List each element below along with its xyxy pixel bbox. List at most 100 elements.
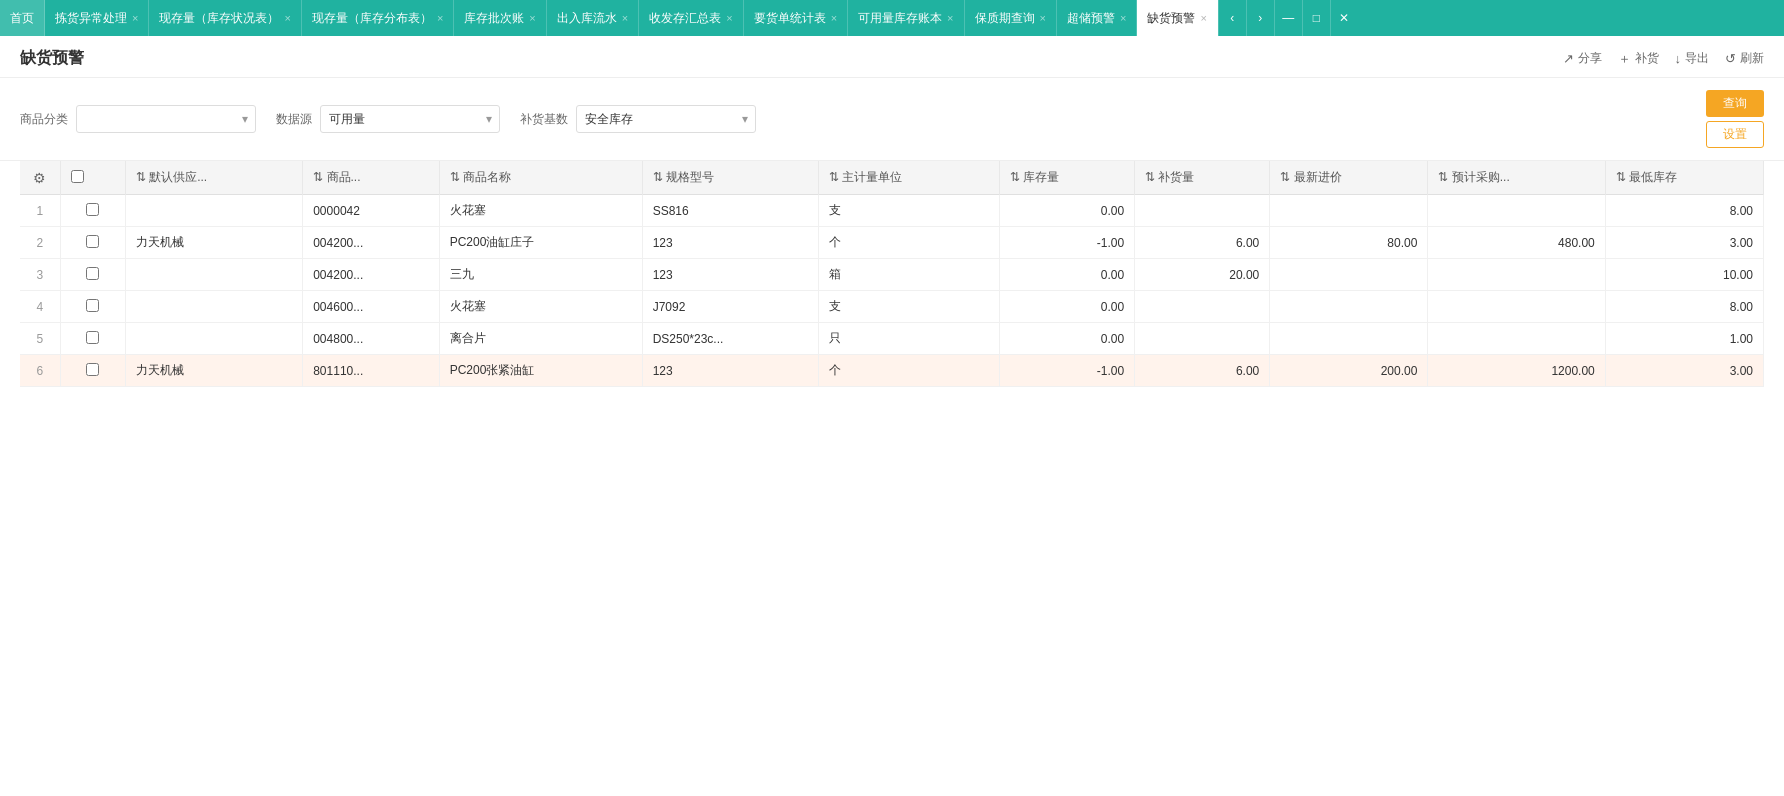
tab-inventory-dist[interactable]: 现存量（库存分布表） × bbox=[302, 0, 454, 36]
tab-expiry-query[interactable]: 保质期查询 × bbox=[965, 0, 1057, 36]
tab-close-batch-account[interactable]: × bbox=[529, 12, 535, 24]
th-spec[interactable]: ⇅ 规格型号 bbox=[642, 161, 818, 195]
replenish-base-select[interactable]: 安全库存 最低库存 bbox=[576, 105, 756, 133]
settings-button[interactable]: 设置 bbox=[1706, 121, 1764, 148]
cell-est-purchase bbox=[1428, 259, 1605, 291]
cell-checkbox[interactable] bbox=[60, 195, 125, 227]
row-checkbox[interactable] bbox=[86, 203, 99, 216]
tab-close-in-out-flow[interactable]: × bbox=[622, 12, 628, 24]
share-button[interactable]: ↗ 分享 bbox=[1563, 50, 1602, 67]
cell-checkbox[interactable] bbox=[60, 291, 125, 323]
category-select[interactable] bbox=[76, 105, 256, 133]
tab-close-recv-summary[interactable]: × bbox=[726, 12, 732, 24]
th-stock[interactable]: ⇅ 库存量 bbox=[1000, 161, 1135, 195]
tab-close-shortage[interactable]: × bbox=[1200, 12, 1206, 24]
refresh-button[interactable]: ↺ 刷新 bbox=[1725, 50, 1764, 67]
tab-available-ledger[interactable]: 可用量库存账本 × bbox=[848, 0, 964, 36]
tab-close-available-ledger[interactable]: × bbox=[947, 12, 953, 24]
tab-close-overstock[interactable]: × bbox=[1120, 12, 1126, 24]
window-close-button[interactable]: ✕ bbox=[1330, 0, 1358, 36]
replenish-base-label: 补货基数 bbox=[520, 111, 568, 128]
tab-shortage[interactable]: 缺货预警 × bbox=[1137, 0, 1217, 36]
tab-close-purchase-stat[interactable]: × bbox=[831, 12, 837, 24]
th-product-code[interactable]: ⇅ 商品... bbox=[303, 161, 439, 195]
cell-seq: 2 bbox=[20, 227, 60, 259]
page-title: 缺货预警 bbox=[20, 48, 84, 69]
tab-home[interactable]: 首页 bbox=[0, 0, 45, 36]
cell-est-purchase: 480.00 bbox=[1428, 227, 1605, 259]
cell-product-name: 三九 bbox=[439, 259, 642, 291]
tab-bar: 首页 拣货异常处理 × 现存量（库存状况表） × 现存量（库存分布表） × 库存… bbox=[0, 0, 1784, 36]
cell-supplier: 力天机械 bbox=[125, 227, 302, 259]
tab-recv-summary[interactable]: 收发存汇总表 × bbox=[639, 0, 743, 36]
cell-checkbox[interactable] bbox=[60, 227, 125, 259]
main-content: 缺货预警 ↗ 分享 ＋ 补货 ↓ 导出 ↺ 刷新 商品分类 bbox=[0, 36, 1784, 796]
th-gear[interactable]: ⚙ bbox=[20, 161, 60, 195]
cell-replenish: 6.00 bbox=[1135, 355, 1270, 387]
datasource-filter-group: 数据源 可用量 库存量 bbox=[276, 105, 500, 133]
category-select-wrapper bbox=[76, 105, 256, 133]
window-maximize-button[interactable]: □ bbox=[1302, 0, 1330, 36]
select-all-checkbox[interactable] bbox=[71, 170, 84, 183]
cell-stock: 0.00 bbox=[1000, 259, 1135, 291]
th-default-supplier[interactable]: ⇅ 默认供应... bbox=[125, 161, 302, 195]
export-icon: ↓ bbox=[1675, 51, 1682, 66]
category-filter-group: 商品分类 bbox=[20, 105, 256, 133]
cell-checkbox[interactable] bbox=[60, 323, 125, 355]
replenish-base-select-wrapper: 安全库存 最低库存 bbox=[576, 105, 756, 133]
filter-buttons: 查询 设置 bbox=[1706, 90, 1764, 148]
cell-spec: DS250*23c... bbox=[642, 323, 818, 355]
query-button[interactable]: 查询 bbox=[1706, 90, 1764, 117]
tab-inventory-status[interactable]: 现存量（库存状况表） × bbox=[149, 0, 301, 36]
tab-purchase-stat[interactable]: 要货单统计表 × bbox=[744, 0, 848, 36]
category-label: 商品分类 bbox=[20, 111, 68, 128]
th-est-purchase[interactable]: ⇅ 预计采购... bbox=[1428, 161, 1605, 195]
window-minimize-button[interactable]: — bbox=[1274, 0, 1302, 36]
cell-spec: 123 bbox=[642, 259, 818, 291]
cell-unit: 支 bbox=[818, 195, 999, 227]
tab-close-inventory-status[interactable]: × bbox=[284, 12, 290, 24]
datasource-select[interactable]: 可用量 库存量 bbox=[320, 105, 500, 133]
replenish-icon: ＋ bbox=[1618, 50, 1631, 68]
row-checkbox[interactable] bbox=[86, 267, 99, 280]
datasource-label: 数据源 bbox=[276, 111, 312, 128]
cell-spec: 123 bbox=[642, 227, 818, 259]
th-latest-price[interactable]: ⇅ 最新进价 bbox=[1270, 161, 1428, 195]
row-checkbox[interactable] bbox=[86, 235, 99, 248]
tab-next-button[interactable]: › bbox=[1246, 0, 1274, 36]
row-checkbox[interactable] bbox=[86, 299, 99, 312]
cell-unit: 个 bbox=[818, 355, 999, 387]
tab-close-inventory-dist[interactable]: × bbox=[437, 12, 443, 24]
cell-spec: J7092 bbox=[642, 291, 818, 323]
row-checkbox[interactable] bbox=[86, 331, 99, 344]
gear-icon[interactable]: ⚙ bbox=[33, 170, 46, 186]
cell-supplier bbox=[125, 259, 302, 291]
th-unit[interactable]: ⇅ 主计量单位 bbox=[818, 161, 999, 195]
cell-product-name: PC200张紧油缸 bbox=[439, 355, 642, 387]
export-button[interactable]: ↓ 导出 bbox=[1675, 50, 1710, 67]
th-min-stock[interactable]: ⇅ 最低库存 bbox=[1605, 161, 1763, 195]
tab-batch-account[interactable]: 库存批次账 × bbox=[454, 0, 546, 36]
row-checkbox[interactable] bbox=[86, 363, 99, 376]
tab-prev-button[interactable]: ‹ bbox=[1218, 0, 1246, 36]
cell-seq: 6 bbox=[20, 355, 60, 387]
th-min-sort-icon: ⇅ bbox=[1616, 170, 1626, 184]
cell-product-code: 004600... bbox=[303, 291, 439, 323]
tab-exception[interactable]: 拣货异常处理 × bbox=[45, 0, 149, 36]
tab-overstock[interactable]: 超储预警 × bbox=[1057, 0, 1137, 36]
th-unit-sort-icon: ⇅ bbox=[829, 170, 839, 184]
th-supplier-sort-icon: ⇅ bbox=[136, 170, 146, 184]
cell-replenish: 6.00 bbox=[1135, 227, 1270, 259]
tab-close-expiry-query[interactable]: × bbox=[1040, 12, 1046, 24]
cell-min-stock: 3.00 bbox=[1605, 227, 1763, 259]
table-row: 5004800...离合片DS250*23c...只0.001.00 bbox=[20, 323, 1764, 355]
cell-seq: 1 bbox=[20, 195, 60, 227]
th-product-name[interactable]: ⇅ 商品名称 bbox=[439, 161, 642, 195]
th-replenish[interactable]: ⇅ 补货量 bbox=[1135, 161, 1270, 195]
tab-close-exception[interactable]: × bbox=[132, 12, 138, 24]
cell-checkbox[interactable] bbox=[60, 259, 125, 291]
cell-checkbox[interactable] bbox=[60, 355, 125, 387]
cell-replenish: 20.00 bbox=[1135, 259, 1270, 291]
tab-in-out-flow[interactable]: 出入库流水 × bbox=[547, 0, 639, 36]
replenish-button[interactable]: ＋ 补货 bbox=[1618, 50, 1659, 68]
